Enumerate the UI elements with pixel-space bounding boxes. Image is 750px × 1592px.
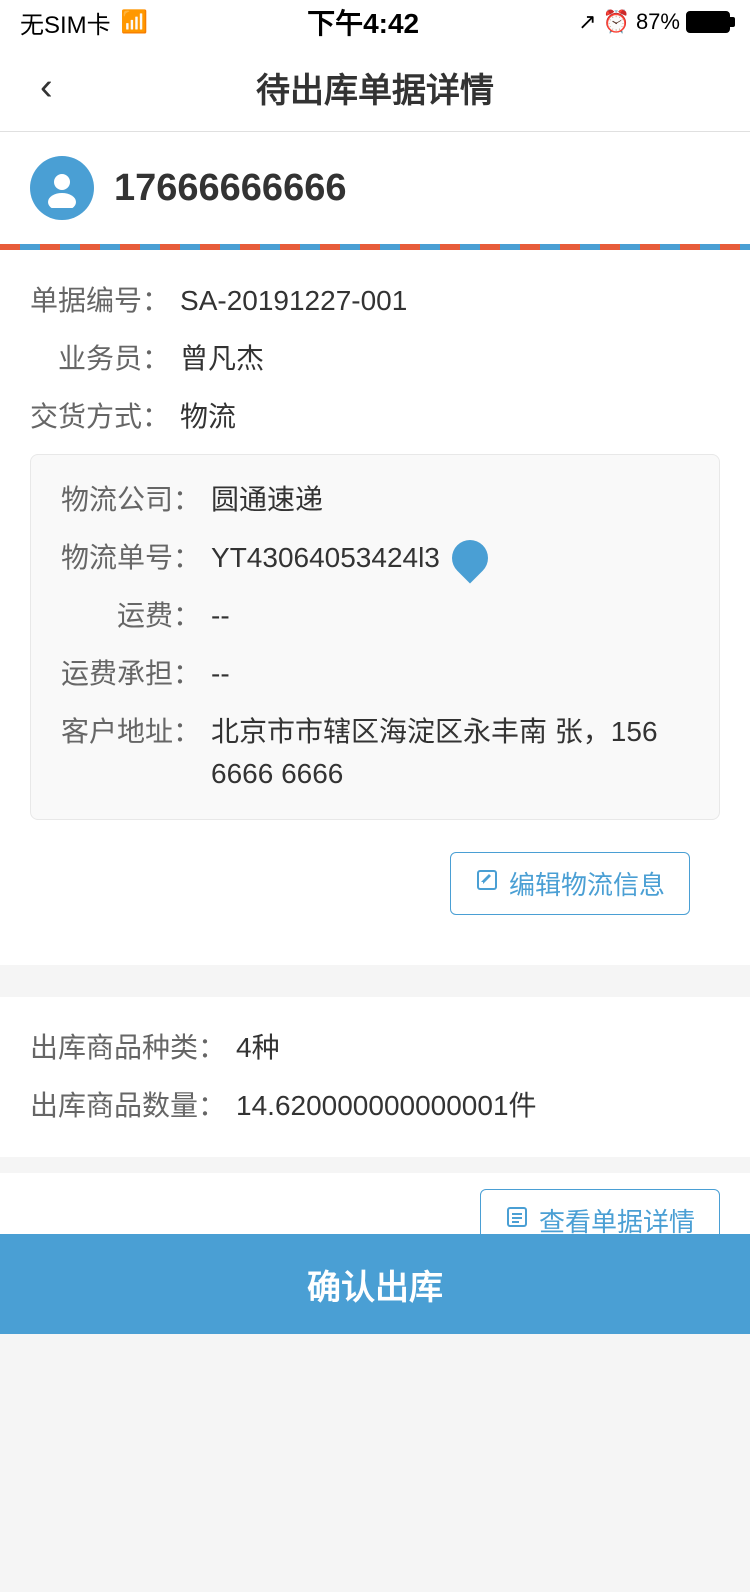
logistics-company-value: 圆通速递 [211,479,689,521]
document-number-label: 单据编号： [30,280,170,322]
freight-bear-row: 运费承担： -- [61,653,689,695]
confirm-button-bar[interactable]: 确认出库 [0,1234,750,1334]
product-section: 出库商品种类： 4种 出库商品数量： 14.620000000000001件 [0,997,750,1157]
product-quantity-label: 出库商品数量： [30,1085,226,1127]
freight-value: -- [211,595,689,637]
page-title: 待出库单据详情 [256,63,494,112]
delivery-method-row: 交货方式： 物流 [30,396,720,438]
content-area: 17666666666 单据编号： SA-20191227-001 业务员： 曾… [0,132,750,1592]
status-time: 下午4:42 [307,2,419,42]
basic-info-section: 单据编号： SA-20191227-001 业务员： 曾凡杰 交货方式： 物流 … [0,250,750,965]
location-icon: ↗ [578,9,596,35]
salesperson-label: 业务员： [30,338,170,380]
product-quantity-value: 14.620000000000001件 [236,1085,720,1127]
carrier-text: 无SIM卡 [20,5,111,40]
tracking-number-value: YT43064053424l3 [211,537,689,579]
back-button[interactable]: ‹ [30,56,63,119]
battery-icon [686,11,730,33]
confirm-button-text: 确认出库 [307,1260,443,1309]
logistics-card: 物流公司： 圆通速递 物流单号： YT43064053424l3 运费： -- … [30,454,720,820]
address-label: 客户地址： [61,711,201,753]
address-value: 北京市市辖区海淀区永丰南 张，156 6666 6666 [211,711,689,795]
nav-bar: ‹ 待出库单据详情 [0,44,750,132]
location-pin-icon[interactable] [444,533,495,584]
user-header: 17666666666 [0,132,750,244]
status-right: ↗ ⏰ 87% [578,9,730,35]
logistics-company-row: 物流公司： 圆通速递 [61,479,689,521]
edit-logistics-label: 编辑物流信息 [509,865,665,902]
freight-bear-label: 运费承担： [61,653,201,695]
product-quantity-row: 出库商品数量： 14.620000000000001件 [30,1085,720,1127]
status-bar: 无SIM卡 📶 下午4:42 ↗ ⏰ 87% [0,0,750,44]
salesperson-value: 曾凡杰 [180,338,720,380]
list-icon [505,1205,529,1236]
tracking-number-label: 物流单号： [61,537,201,579]
edit-button-container: 编辑物流信息 [30,836,720,935]
edit-pen-icon [475,868,499,892]
document-number-value: SA-20191227-001 [180,280,720,322]
section-divider [0,981,750,997]
delivery-method-value: 物流 [180,396,720,438]
edit-icon [475,868,499,899]
user-phone: 17666666666 [114,167,346,210]
avatar-icon [42,168,82,208]
edit-logistics-button[interactable]: 编辑物流信息 [450,852,690,915]
address-row: 客户地址： 北京市市辖区海淀区永丰南 张，156 6666 6666 [61,711,689,795]
tracking-number-row: 物流单号： YT43064053424l3 [61,537,689,579]
freight-label: 运费： [61,595,201,637]
freight-bear-value: -- [211,653,689,695]
avatar [30,156,94,220]
product-type-row: 出库商品种类： 4种 [30,1027,720,1069]
document-number-row: 单据编号： SA-20191227-001 [30,280,720,322]
freight-row: 运费： -- [61,595,689,637]
product-type-value: 4种 [236,1027,720,1069]
status-left: 无SIM卡 📶 [20,5,148,40]
alarm-icon: ⏰ [603,9,630,35]
battery-percent: 87% [636,9,680,35]
product-type-label: 出库商品种类： [30,1027,226,1069]
delivery-method-label: 交货方式： [30,396,170,438]
detail-list-icon [505,1205,529,1229]
tracking-number-text: YT43064053424l3 [211,537,440,579]
wifi-icon: 📶 [121,9,148,35]
logistics-company-label: 物流公司： [61,479,201,521]
salesperson-row: 业务员： 曾凡杰 [30,338,720,380]
